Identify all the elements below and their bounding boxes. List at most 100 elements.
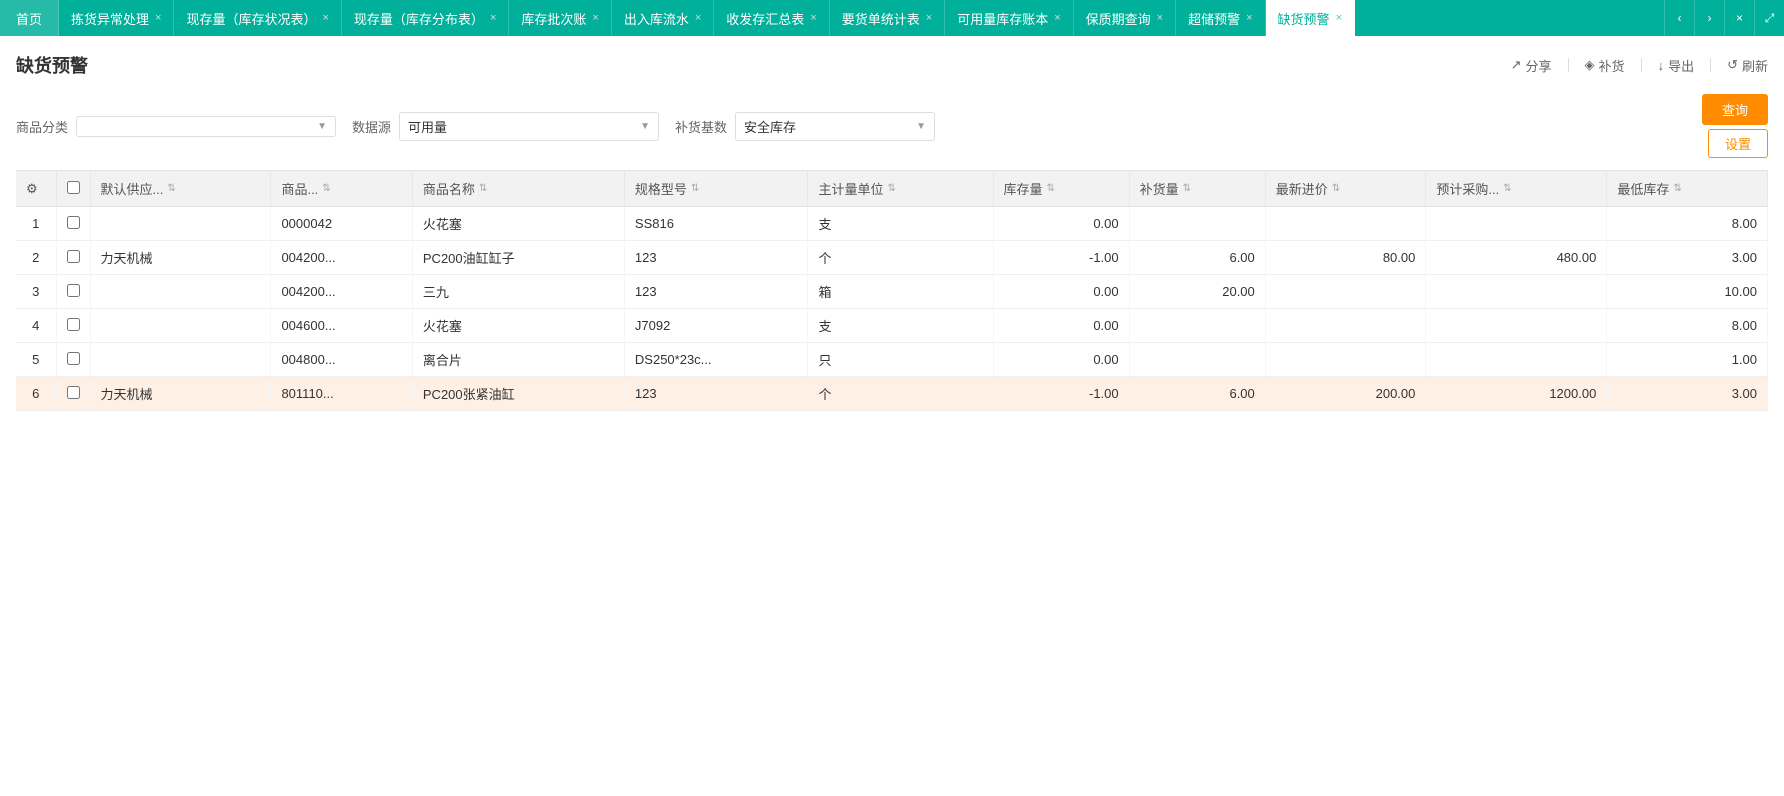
supplier-sort[interactable]: 默认供应... ⇅ (101, 179, 261, 198)
tab-close-icon[interactable]: × (592, 12, 598, 24)
product-name-sort[interactable]: 商品名称 ⇅ (423, 179, 614, 198)
nav-expand-icon: ⤢ (1765, 11, 1775, 26)
row-supplier (90, 309, 271, 343)
restock-icon: ◈ (1585, 57, 1595, 73)
nav-prev-button[interactable]: ‹ (1664, 0, 1694, 36)
nav-close-button[interactable]: × (1724, 0, 1754, 36)
row-number: 6 (16, 377, 56, 411)
tab-close-icon[interactable]: × (1246, 12, 1252, 24)
latest-price-sort[interactable]: 最新进价 ⇅ (1276, 179, 1416, 198)
spec-sort-icon: ⇅ (691, 183, 699, 194)
row-unit: 箱 (808, 275, 993, 309)
nav-tab-tab5[interactable]: 出入库流水× (612, 0, 714, 36)
row-number: 3 (16, 275, 56, 309)
nav-tab-label: 现存量（库存分布表） (354, 9, 484, 28)
row-checkbox[interactable] (67, 352, 80, 365)
row-checkbox-cell (56, 207, 90, 241)
row-latest-price (1265, 309, 1426, 343)
query-button[interactable]: 查询 (1702, 94, 1768, 125)
tab-close-icon[interactable]: × (1054, 12, 1060, 24)
tab-close-icon[interactable]: × (926, 12, 932, 24)
row-product-name: PC200张紧油缸 (412, 377, 624, 411)
column-gear[interactable]: ⚙ (16, 171, 56, 207)
spec-sort[interactable]: 规格型号 ⇅ (635, 179, 798, 198)
refresh-button[interactable]: ↺ 刷新 (1727, 56, 1768, 75)
home-tab[interactable]: 首页 (0, 0, 59, 36)
row-product-code: 004200... (271, 275, 412, 309)
replenish-select[interactable]: 安全库存 ▼ (735, 112, 935, 141)
row-number: 5 (16, 343, 56, 377)
category-filter-label: 商品分类 (16, 117, 68, 136)
nav-next-button[interactable]: › (1694, 0, 1724, 36)
table-row: 4 004600... 火花塞 J7092 支 0.00 8.00 (16, 309, 1768, 343)
tab-close-icon[interactable]: × (695, 12, 701, 24)
tab-close-icon[interactable]: × (1157, 12, 1163, 24)
est-purchase-sort-icon: ⇅ (1503, 183, 1511, 194)
nav-expand-button[interactable]: ⤢ (1754, 0, 1784, 36)
stock-sort[interactable]: 库存量 ⇅ (1004, 179, 1119, 198)
unit-sort[interactable]: 主计量单位 ⇅ (818, 179, 982, 198)
column-product-name: 商品名称 ⇅ (412, 171, 624, 207)
row-spec: 123 (624, 241, 808, 275)
restock-sort[interactable]: 补货量 ⇅ (1140, 179, 1255, 198)
nav-tab-label: 要货单统计表 (842, 9, 920, 28)
table-header-row: ⚙ 默认供应... ⇅ 商品... ⇅ (16, 171, 1768, 207)
est-purchase-sort[interactable]: 预计采购... ⇅ (1436, 179, 1596, 198)
nav-tab-tab8[interactable]: 可用量库存账本× (945, 0, 1073, 36)
row-min-stock: 3.00 (1607, 241, 1768, 275)
select-all-checkbox[interactable] (67, 181, 80, 194)
nav-tab-tab7[interactable]: 要货单统计表 × (830, 0, 945, 36)
nav-tab-tab3[interactable]: 现存量（库存分布表） × (342, 0, 509, 36)
nav-tab-tab4[interactable]: 库存批次账× (509, 0, 611, 36)
datasource-select[interactable]: 可用量 ▼ (399, 112, 659, 141)
restock-button[interactable]: ◈ 补货 (1585, 56, 1625, 75)
row-checkbox[interactable] (67, 284, 80, 297)
share-button[interactable]: ↗ 分享 (1511, 56, 1552, 75)
table-row: 6 力天机械 801110... PC200张紧油缸 123 个 -1.00 6… (16, 377, 1768, 411)
nav-tab-tab6[interactable]: 收发存汇总表 × (714, 0, 829, 36)
tab-close-icon[interactable]: × (810, 12, 816, 24)
tab-close-icon[interactable]: × (1336, 12, 1342, 24)
tab-close-icon[interactable]: × (155, 12, 161, 24)
nav-tab-tab1[interactable]: 拣货异常处理× (59, 0, 174, 36)
row-unit: 支 (808, 309, 993, 343)
row-product-code: 801110... (271, 377, 412, 411)
row-est-purchase: 1200.00 (1426, 377, 1607, 411)
page-title: 缺货预警 (16, 52, 88, 78)
datasource-filter-group: 数据源 可用量 ▼ (352, 112, 659, 141)
row-min-stock: 8.00 (1607, 309, 1768, 343)
tab-close-icon[interactable]: × (322, 12, 328, 24)
min-stock-sort[interactable]: 最低库存 ⇅ (1617, 179, 1757, 198)
data-table: ⚙ 默认供应... ⇅ 商品... ⇅ (16, 170, 1768, 411)
nav-tabs-bar: 首页 拣货异常处理×现存量（库存状况表）×现存量（库存分布表）×库存批次账×出入… (0, 0, 1784, 36)
category-filter-group: 商品分类 ▼ (16, 116, 336, 137)
nav-tab-tab9[interactable]: 保质期查询× (1074, 0, 1176, 36)
row-checkbox-cell (56, 241, 90, 275)
row-checkbox[interactable] (67, 250, 80, 263)
export-button[interactable]: ↓ 导出 (1658, 56, 1695, 75)
row-latest-price: 80.00 (1265, 241, 1426, 275)
category-select[interactable]: ▼ (76, 116, 336, 137)
replenish-filter-label: 补货基数 (675, 117, 727, 136)
row-checkbox[interactable] (67, 386, 80, 399)
row-checkbox[interactable] (67, 318, 80, 331)
row-stock: 0.00 (993, 309, 1129, 343)
tab-close-icon[interactable]: × (490, 12, 496, 24)
row-spec: 123 (624, 275, 808, 309)
product-code-sort[interactable]: 商品... ⇅ (281, 179, 401, 198)
row-product-code: 004200... (271, 241, 412, 275)
action-divider-2 (1641, 58, 1642, 72)
row-spec: SS816 (624, 207, 808, 241)
row-product-name: 火花塞 (412, 207, 624, 241)
settings-button[interactable]: 设置 (1708, 129, 1768, 158)
nav-tab-tab10[interactable]: 超储预警× (1176, 0, 1265, 36)
row-product-name: 三九 (412, 275, 624, 309)
nav-tab-label: 收发存汇总表 (726, 9, 804, 28)
nav-tab-tab2[interactable]: 现存量（库存状况表）× (174, 0, 341, 36)
row-est-purchase (1426, 275, 1607, 309)
nav-tab-tab11[interactable]: 缺货预警× (1266, 0, 1355, 36)
column-unit: 主计量单位 ⇅ (808, 171, 993, 207)
product-name-sort-icon: ⇅ (479, 183, 487, 194)
row-checkbox[interactable] (67, 216, 80, 229)
row-supplier (90, 207, 271, 241)
